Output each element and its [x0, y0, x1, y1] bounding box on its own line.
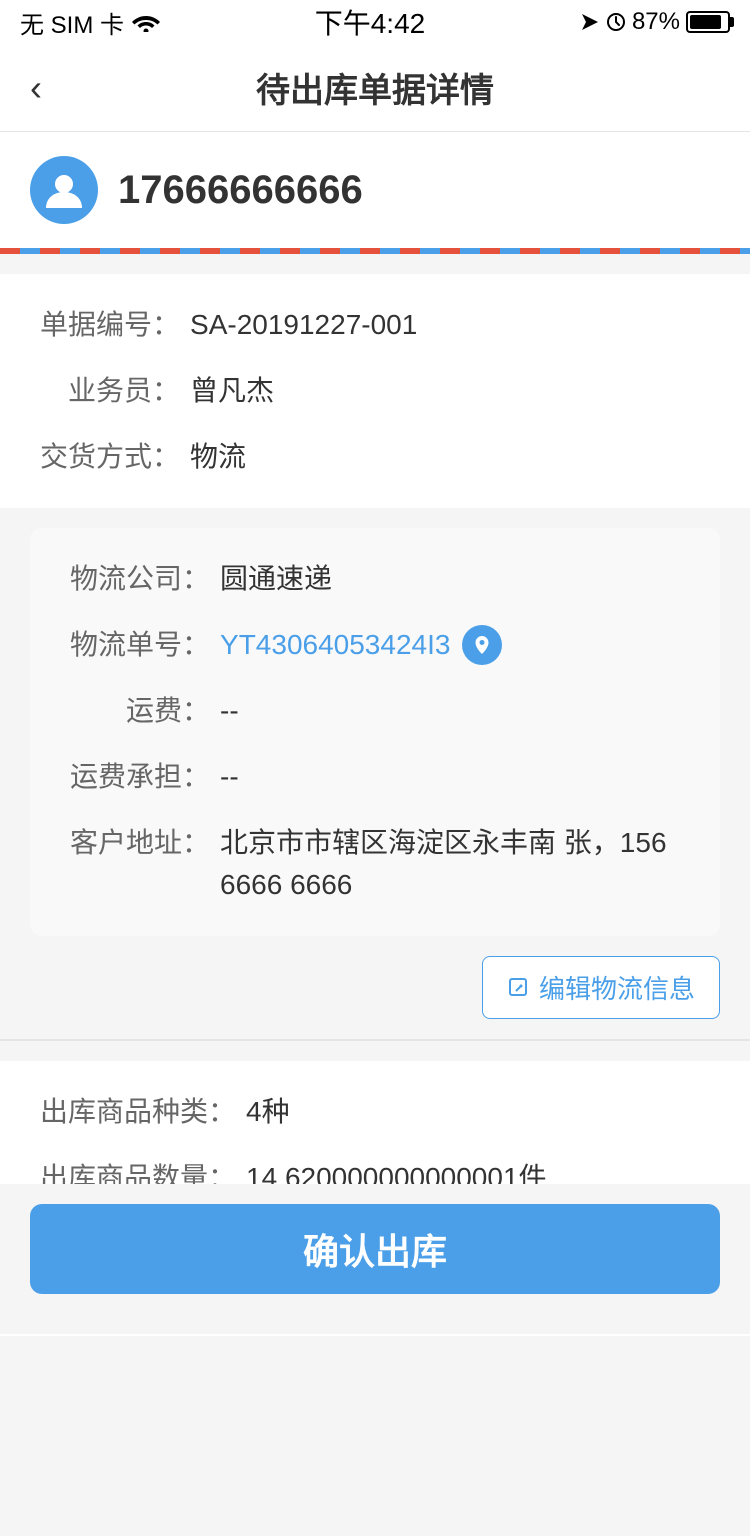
document-number-label: 单据编号：: [40, 304, 180, 346]
logistics-card: 物流公司： 圆通速递 物流单号： YT43064053424I3 运费： -- …: [30, 528, 720, 936]
delivery-method-label: 交货方式：: [40, 436, 180, 478]
carrier-label: 无 SIM 卡: [20, 5, 124, 40]
document-number-value: SA-20191227-001: [190, 304, 710, 346]
delivery-method-row: 交货方式： 物流: [40, 436, 710, 478]
status-right: 87%: [580, 8, 730, 36]
confirm-outbound-button[interactable]: 确认出库: [30, 1204, 720, 1294]
nav-bar: ‹ 待出库单据详情: [0, 44, 750, 132]
tracking-number-value: YT43064053424I3: [220, 624, 450, 666]
track-location-button[interactable]: [462, 625, 502, 665]
battery-icon: [686, 11, 730, 33]
customer-header: 17666666666: [0, 132, 750, 248]
wifi-icon: [132, 12, 160, 32]
address-row: 客户地址： 北京市市辖区海淀区永丰南 张，156 6666 6666: [70, 822, 680, 906]
clock-icon: [606, 12, 626, 32]
freight-bearer-label: 运费承担：: [70, 756, 210, 798]
dashed-separator: [0, 248, 750, 254]
sales-person-value: 曾凡杰: [190, 370, 710, 412]
freight-label: 运费：: [70, 690, 210, 732]
tracking-number-label: 物流单号：: [70, 624, 210, 666]
document-number-row: 单据编号： SA-20191227-001: [40, 304, 710, 346]
goods-types-row: 出库商品种类： 4种: [40, 1091, 710, 1133]
goods-types-value: 4种: [246, 1091, 710, 1133]
freight-value: --: [220, 690, 680, 732]
order-info-section: 单据编号： SA-20191227-001 业务员： 曾凡杰 交货方式： 物流: [0, 274, 750, 508]
status-bar: 无 SIM 卡 下午4:42 87%: [0, 0, 750, 44]
freight-bearer-row: 运费承担： --: [70, 756, 680, 798]
back-button[interactable]: ‹: [30, 67, 42, 109]
user-icon: [42, 168, 86, 212]
goods-types-label: 出库商品种类：: [40, 1091, 236, 1133]
edit-logistics-label: 编辑物流信息: [539, 969, 695, 1006]
tracking-number-row: 物流单号： YT43064053424I3: [70, 624, 680, 666]
edit-icon: [507, 976, 531, 1000]
sales-person-label: 业务员：: [40, 370, 180, 412]
logistics-company-label: 物流公司：: [70, 558, 210, 600]
status-left: 无 SIM 卡: [20, 5, 160, 40]
address-label: 客户地址：: [70, 822, 210, 864]
logistics-company-value: 圆通速递: [220, 558, 680, 600]
logistics-company-row: 物流公司： 圆通速递: [70, 558, 680, 600]
sales-person-row: 业务员： 曾凡杰: [40, 370, 710, 412]
location-arrow-icon: [580, 12, 600, 32]
bottom-bar: 确认出库: [0, 1184, 750, 1334]
address-value: 北京市市辖区海淀区永丰南 张，156 6666 6666: [220, 822, 680, 906]
delivery-method-value: 物流: [190, 436, 710, 478]
page-title: 待出库单据详情: [256, 63, 494, 112]
section-divider: [0, 1039, 750, 1041]
edit-logistics-container: 编辑物流信息: [0, 956, 750, 1039]
edit-logistics-button[interactable]: 编辑物流信息: [482, 956, 720, 1019]
avatar: [30, 156, 98, 224]
customer-phone: 17666666666: [118, 168, 363, 213]
freight-bearer-value: --: [220, 756, 680, 798]
map-pin-icon: [471, 634, 493, 656]
status-time: 下午4:42: [315, 2, 426, 42]
tracking-number-container: YT43064053424I3: [210, 624, 502, 666]
battery-percent: 87%: [632, 8, 680, 36]
freight-row: 运费： --: [70, 690, 680, 732]
